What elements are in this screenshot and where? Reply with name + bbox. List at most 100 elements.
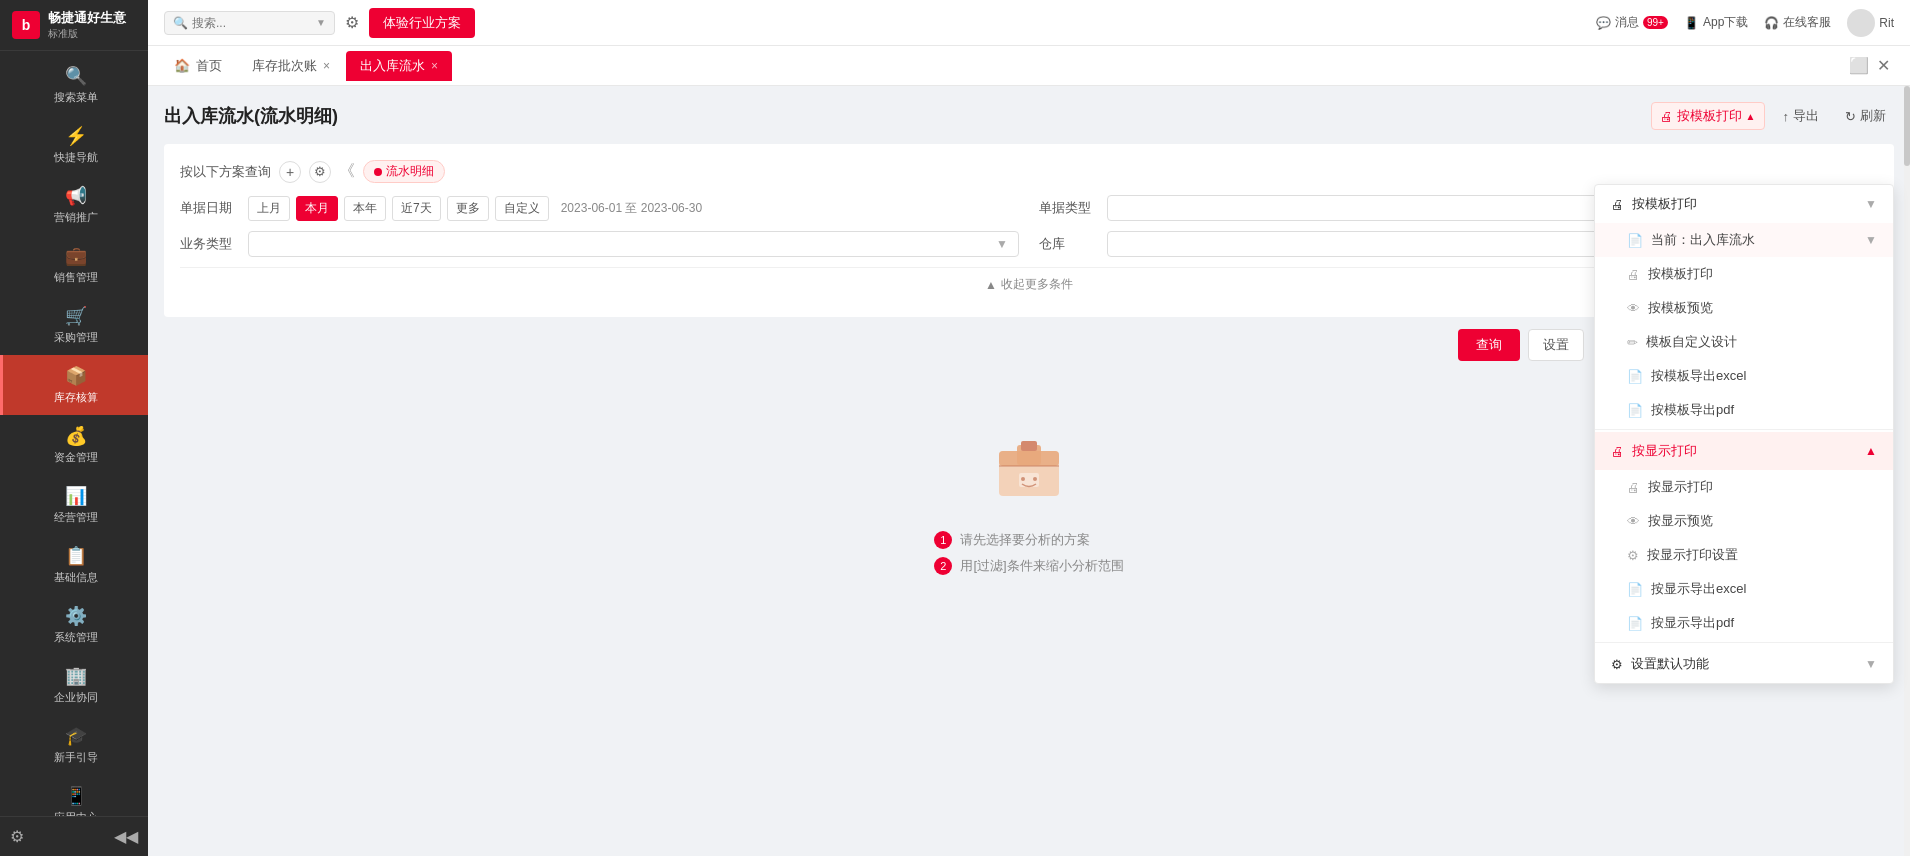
search-input[interactable] — [192, 16, 312, 30]
doc-type-label: 单据类型 — [1039, 199, 1099, 217]
display-print-item[interactable]: 🖨 按显示打印 — [1595, 470, 1893, 504]
filter-title: 按以下方案查询 — [180, 163, 271, 181]
business-type-select[interactable]: ▼ — [248, 231, 1019, 257]
date-buttons: 上月 本月 本年 近7天 更多 自定义 — [248, 196, 549, 221]
app-download-label: App下载 — [1703, 14, 1748, 31]
main-area: 🔍 ▼ ⚙ 体验行业方案 💬 消息 99+ 📱 App下载 🎧 在线客服 — [148, 0, 1910, 856]
sidebar-item-label: 营销推广 — [54, 210, 98, 225]
sidebar-item-operations[interactable]: 📊 经营管理 — [0, 475, 148, 535]
settings-button[interactable]: 设置 — [1528, 329, 1584, 361]
sidebar-item-label: 经营管理 — [54, 510, 98, 525]
message-button[interactable]: 💬 消息 99+ — [1596, 14, 1668, 31]
date-more-btn[interactable]: 更多 — [447, 196, 489, 221]
preview-icon: 👁 — [1627, 301, 1640, 316]
print-template-button[interactable]: 🖨 按模板打印 ▲ — [1651, 102, 1765, 130]
online-service-button[interactable]: 🎧 在线客服 — [1764, 14, 1831, 31]
sidebar-settings-btn[interactable]: ⚙ — [10, 827, 24, 846]
filter-settings-button[interactable]: ⚙ — [309, 161, 331, 183]
message-icon: 💬 — [1596, 16, 1611, 30]
display-print-section-header[interactable]: 🖨 按显示打印 ▲ — [1595, 432, 1893, 470]
marketing-icon: 📢 — [65, 185, 87, 207]
message-badge: 99+ — [1643, 16, 1668, 29]
message-label: 消息 — [1615, 14, 1639, 31]
refresh-button[interactable]: ↻ 刷新 — [1837, 103, 1894, 129]
template-export-excel-label: 按模板导出excel — [1651, 367, 1746, 385]
template-preview-item[interactable]: 👁 按模板预览 — [1595, 291, 1893, 325]
sidebar-item-guide[interactable]: 🎓 新手引导 — [0, 715, 148, 775]
template-print-section-header[interactable]: 🖨 按模板打印 ▼ — [1595, 185, 1893, 223]
topbar: 🔍 ▼ ⚙ 体验行业方案 💬 消息 99+ 📱 App下载 🎧 在线客服 — [148, 0, 1910, 46]
user-profile-button[interactable]: Rit — [1847, 9, 1894, 37]
display-print-header-label: 按显示打印 — [1632, 442, 1697, 460]
template-export-excel-item[interactable]: 📄 按模板导出excel — [1595, 359, 1893, 393]
display-export-pdf-item[interactable]: 📄 按显示导出pdf — [1595, 606, 1893, 640]
app-download-button[interactable]: 📱 App下载 — [1684, 14, 1748, 31]
search-bar[interactable]: 🔍 ▼ — [164, 11, 335, 35]
app-logo-text: 畅捷通好生意 标准版 — [48, 10, 126, 40]
display-print-item-label: 按显示打印 — [1648, 478, 1713, 496]
sidebar-item-search[interactable]: 🔍 搜索菜单 — [0, 55, 148, 115]
display-export-excel-item[interactable]: 📄 按显示导出excel — [1595, 572, 1893, 606]
step-1-text: 请先选择要分析的方案 — [960, 531, 1090, 549]
page-actions: 🖨 按模板打印 ▲ ↑ 导出 ↻ 刷新 — [1651, 102, 1894, 130]
display-print-settings-item[interactable]: ⚙ 按显示打印设置 — [1595, 538, 1893, 572]
sidebar-item-purchase[interactable]: 🛒 采购管理 — [0, 295, 148, 355]
tab-close-all-icon[interactable]: ✕ — [1877, 56, 1890, 75]
date-field: 单据日期 上月 本月 本年 近7天 更多 自定义 2023-06-01 至 20… — [180, 196, 1019, 221]
date-last-7days-btn[interactable]: 近7天 — [392, 196, 441, 221]
sidebar-item-finance[interactable]: 💰 资金管理 — [0, 415, 148, 475]
print-icon: 🖨 — [1627, 267, 1640, 282]
tab-home[interactable]: 🏠 首页 — [160, 51, 236, 81]
display-preview-item[interactable]: 👁 按显示预览 — [1595, 504, 1893, 538]
template-export-pdf-item[interactable]: 📄 按模板导出pdf — [1595, 393, 1893, 427]
filter-tag-label: 流水明细 — [386, 163, 434, 180]
search-dropdown-icon: ▼ — [316, 17, 326, 28]
date-custom-btn[interactable]: 自定义 — [495, 196, 549, 221]
topbar-gear-icon[interactable]: ⚙ — [345, 13, 359, 32]
avatar — [1847, 9, 1875, 37]
chevron-up-icon: ▲ — [985, 278, 997, 292]
sidebar-collapse-btn[interactable]: ◀◀ — [114, 827, 138, 846]
date-current-year-btn[interactable]: 本年 — [344, 196, 386, 221]
right-scrollbar-thumb[interactable] — [1904, 86, 1910, 166]
tab-restore-icon[interactable]: ⬜ — [1849, 56, 1869, 75]
svg-rect-3 — [1021, 441, 1037, 451]
export-button[interactable]: ↑ 导出 — [1775, 103, 1828, 129]
sidebar-item-system[interactable]: ⚙️ 系统管理 — [0, 595, 148, 655]
default-settings-header-icon: ⚙ — [1611, 657, 1623, 672]
sidebar-item-label: 新手引导 — [54, 750, 98, 765]
template-custom-design-item[interactable]: ✏ 模板自定义设计 — [1595, 325, 1893, 359]
inventory-icon: 📦 — [65, 365, 87, 387]
sidebar-item-label: 企业协同 — [54, 690, 98, 705]
filter-tag-dot — [374, 168, 382, 176]
sidebar-item-app-center[interactable]: 📱 应用中心 — [0, 775, 148, 816]
sidebar-item-quick-nav[interactable]: ⚡ 快捷导航 — [0, 115, 148, 175]
tab-batch-account-label: 库存批次账 — [252, 57, 317, 75]
sidebar-item-enterprise[interactable]: 🏢 企业协同 — [0, 655, 148, 715]
filter-add-button[interactable]: + — [279, 161, 301, 183]
display-export-pdf-label: 按显示导出pdf — [1651, 614, 1734, 632]
tab-home-label: 首页 — [196, 57, 222, 75]
empty-step-2: 2 用[过滤]条件来缩小分析范围 — [934, 557, 1123, 575]
tab-flow[interactable]: 出入库流水 × — [346, 51, 452, 81]
template-print-item[interactable]: 🖨 按模板打印 — [1595, 257, 1893, 291]
date-current-month-btn[interactable]: 本月 — [296, 196, 338, 221]
default-settings-section-header[interactable]: ⚙ 设置默认功能 ▼ — [1595, 645, 1893, 683]
sidebar-item-sales[interactable]: 💼 销售管理 — [0, 235, 148, 295]
tab-flow-close[interactable]: × — [431, 59, 438, 73]
date-last-month-btn[interactable]: 上月 — [248, 196, 290, 221]
sidebar-item-basic-info[interactable]: 📋 基础信息 — [0, 535, 148, 595]
app-subtitle: 标准版 — [48, 27, 126, 40]
tab-batch-account-close[interactable]: × — [323, 59, 330, 73]
current-template-item[interactable]: 📄 当前：出入库流水 ▼ — [1595, 223, 1893, 257]
operations-icon: 📊 — [65, 485, 87, 507]
tab-flow-label: 出入库流水 — [360, 57, 425, 75]
template-print-header-label: 按模板打印 — [1632, 195, 1697, 213]
filter-collapse-button[interactable]: 《 — [339, 161, 355, 182]
tab-batch-account[interactable]: 库存批次账 × — [238, 51, 344, 81]
query-button[interactable]: 查询 — [1458, 329, 1520, 361]
sidebar-item-inventory[interactable]: 📦 库存核算 — [0, 355, 148, 415]
sidebar-item-marketing[interactable]: 📢 营销推广 — [0, 175, 148, 235]
industry-solution-button[interactable]: 体验行业方案 — [369, 8, 475, 38]
empty-state-icon — [989, 431, 1069, 511]
